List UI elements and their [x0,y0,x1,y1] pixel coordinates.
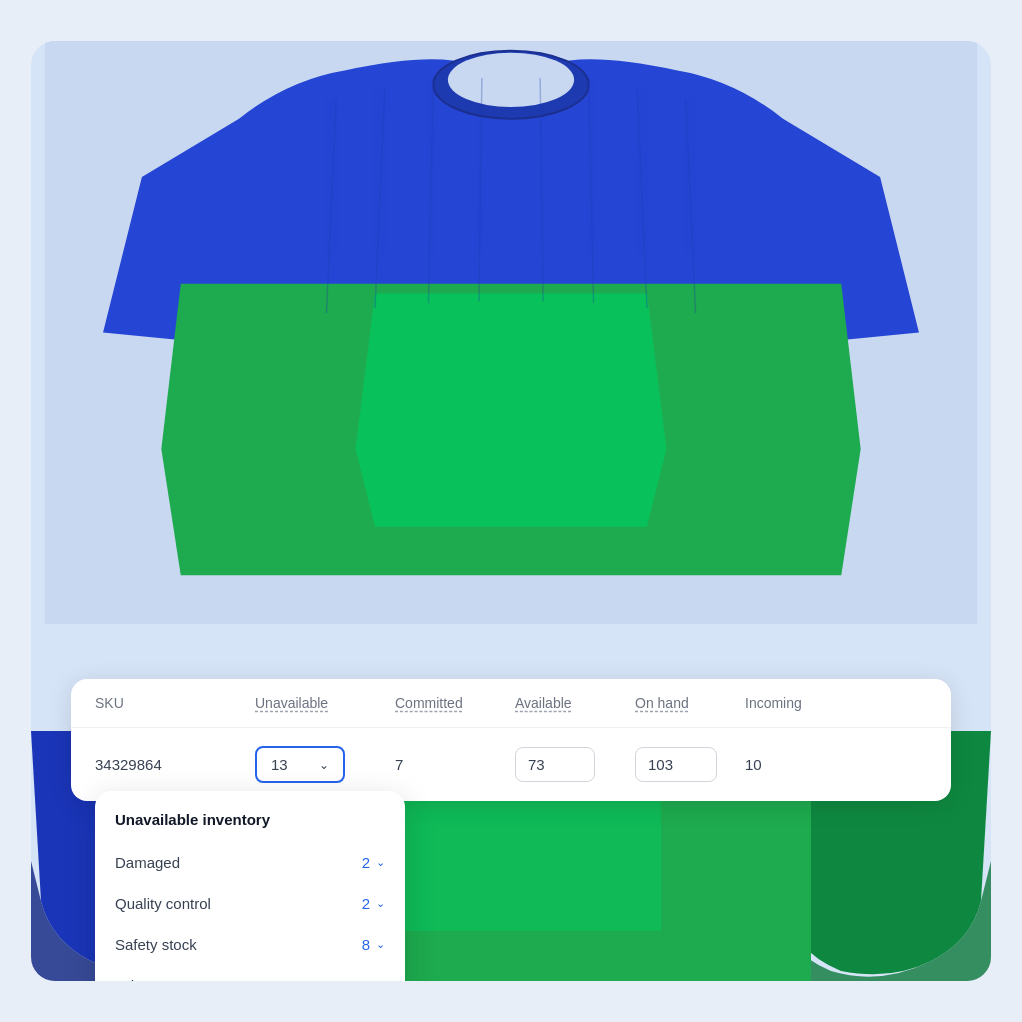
dropdown-item-quality-control-label: Quality control [115,895,211,912]
dropdown-item-quality-control-count: 2 [362,895,370,912]
dropdown-item-safety-stock-value-group: 8 ⌄ [362,936,385,953]
dropdown-item-other-label: Other [115,977,153,981]
dropdown-item-damaged-label: Damaged [115,854,180,871]
sku-value: 34329864 [95,756,255,773]
dropdown-item-damaged-count: 2 [362,854,370,871]
dropdown-title: Unavailable inventory [95,811,405,842]
dropdown-item-damaged[interactable]: Damaged 2 ⌄ [95,842,405,883]
header-on-hand: On hand [635,695,745,711]
header-committed: Committed [395,695,515,711]
dropdown-item-other[interactable]: Other 1 ⌄ [95,965,405,981]
chevron-down-icon: ⌄ [319,758,329,772]
dropdown-item-damaged-value-group: 2 ⌄ [362,854,385,871]
header-sku: SKU [95,695,255,711]
chevron-down-icon: ⌄ [376,979,385,981]
dropdown-item-safety-stock-count: 8 [362,936,370,953]
dropdown-item-other-value-group: 1 ⌄ [362,977,385,981]
dropdown-item-safety-stock-label: Safety stock [115,936,197,953]
unavailable-dropdown[interactable]: 13 ⌄ [255,746,345,783]
main-card: SKU Unavailable Committed Available On h… [31,41,991,981]
sweater-image [31,41,991,624]
dropdown-item-quality-control-value-group: 2 ⌄ [362,895,385,912]
dropdown-item-quality-control[interactable]: Quality control 2 ⌄ [95,883,405,924]
chevron-down-icon: ⌄ [376,938,385,951]
dropdown-item-safety-stock[interactable]: Safety stock 8 ⌄ [95,924,405,965]
incoming-value: 10 [745,756,845,773]
svg-point-2 [448,53,574,107]
inventory-table-card: SKU Unavailable Committed Available On h… [71,679,951,801]
header-available: Available [515,695,635,711]
table-header: SKU Unavailable Committed Available On h… [71,679,951,728]
header-unavailable: Unavailable [255,695,395,711]
available-input[interactable] [515,747,595,782]
chevron-down-icon: ⌄ [376,897,385,910]
dropdown-item-other-count: 1 [362,977,370,981]
header-incoming: Incoming [745,695,845,711]
unavailable-value: 13 [271,756,288,773]
on-hand-input[interactable] [635,747,717,782]
committed-value: 7 [395,756,515,773]
chevron-down-icon: ⌄ [376,856,385,869]
unavailable-dropdown-panel: Unavailable inventory Damaged 2 ⌄ Qualit… [95,791,405,981]
